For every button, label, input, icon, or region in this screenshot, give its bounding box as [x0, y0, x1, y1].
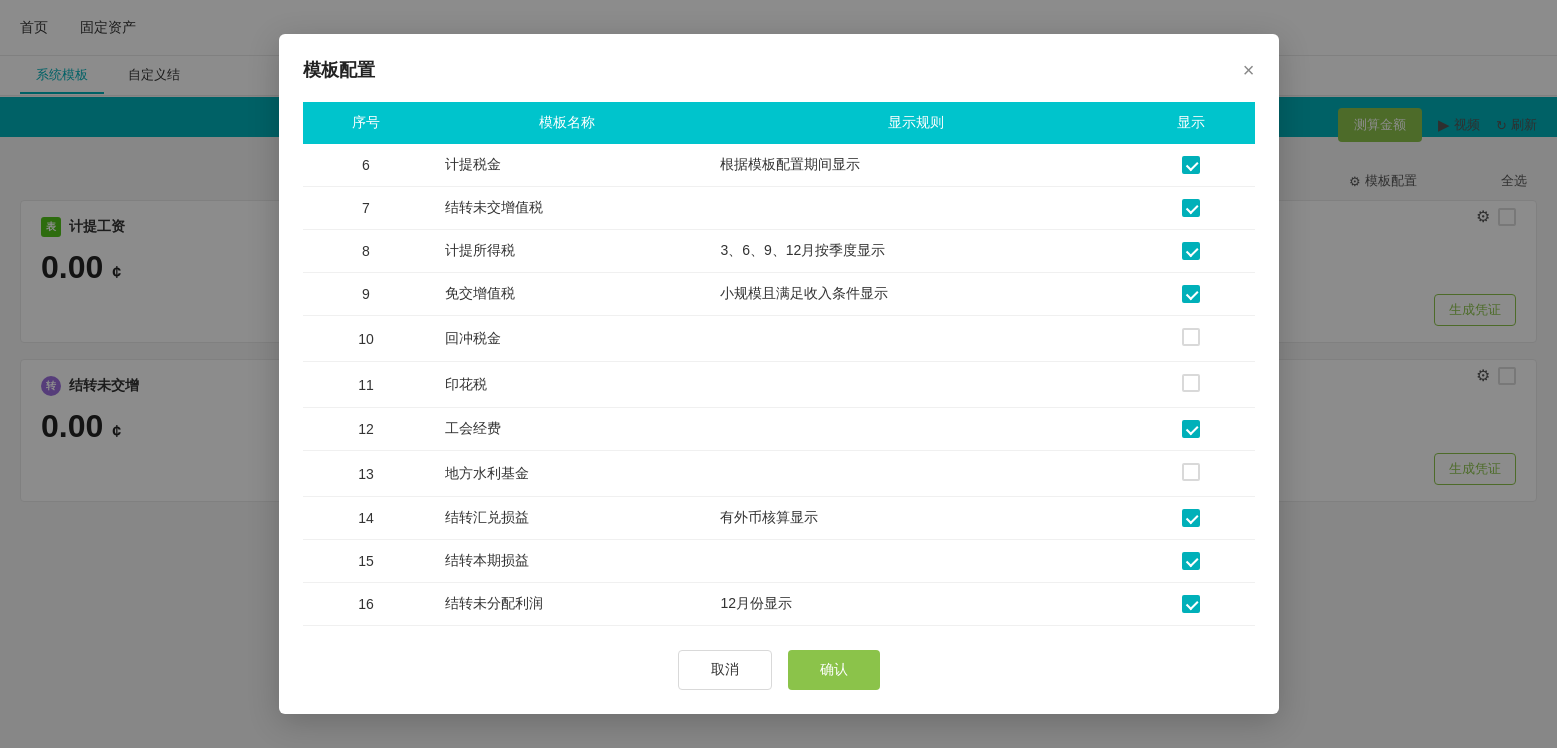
checkbox-11[interactable]	[1182, 374, 1200, 392]
checkbox-14[interactable]	[1182, 509, 1200, 527]
table-row: 9免交增值税小规模且满足收入条件显示	[303, 273, 1255, 316]
cell-rule	[704, 316, 1127, 362]
cell-checkbox	[1128, 408, 1255, 451]
cell-rule	[704, 187, 1127, 230]
table-body: 6计提税金根据模板配置期间显示7结转未交增值税8计提所得税3、6、9、12月按季…	[303, 144, 1255, 626]
table-row: 7结转未交增值税	[303, 187, 1255, 230]
cell-name: 结转汇兑损益	[429, 497, 704, 540]
cancel-button[interactable]: 取消	[678, 650, 772, 690]
cell-seq: 8	[303, 230, 430, 273]
cell-name: 免交增值税	[429, 273, 704, 316]
table-wrapper: 序号 模板名称 显示规则 显示 6计提税金根据模板配置期间显示7结转未交增值税8…	[303, 102, 1255, 626]
checkbox-15[interactable]	[1182, 552, 1200, 570]
cell-rule: 根据模板配置期间显示	[704, 144, 1127, 187]
table-row: 13地方水利基金	[303, 451, 1255, 497]
table-row: 10回冲税金	[303, 316, 1255, 362]
confirm-button[interactable]: 确认	[788, 650, 880, 690]
cell-checkbox	[1128, 540, 1255, 583]
cell-checkbox	[1128, 497, 1255, 540]
config-table: 序号 模板名称 显示规则 显示 6计提税金根据模板配置期间显示7结转未交增值税8…	[303, 102, 1255, 626]
cell-checkbox	[1128, 273, 1255, 316]
modal-title: 模板配置	[303, 58, 375, 82]
cell-name: 结转未交增值税	[429, 187, 704, 230]
cell-rule	[704, 540, 1127, 583]
cell-name: 地方水利基金	[429, 451, 704, 497]
table-row: 12工会经费	[303, 408, 1255, 451]
cell-checkbox	[1128, 451, 1255, 497]
table-header: 序号 模板名称 显示规则 显示	[303, 102, 1255, 144]
table-row: 16结转未分配利润12月份显示	[303, 583, 1255, 626]
checkbox-12[interactable]	[1182, 420, 1200, 438]
cell-rule: 3、6、9、12月按季度显示	[704, 230, 1127, 273]
cell-name: 结转未分配利润	[429, 583, 704, 626]
col-rule: 显示规则	[704, 102, 1127, 144]
cell-seq: 12	[303, 408, 430, 451]
cell-rule	[704, 362, 1127, 408]
table-row: 8计提所得税3、6、9、12月按季度显示	[303, 230, 1255, 273]
cell-seq: 15	[303, 540, 430, 583]
modal-header: 模板配置 ×	[303, 58, 1255, 82]
cell-seq: 6	[303, 144, 430, 187]
cell-name: 印花税	[429, 362, 704, 408]
cell-seq: 7	[303, 187, 430, 230]
cell-checkbox	[1128, 187, 1255, 230]
cell-seq: 10	[303, 316, 430, 362]
modal-footer: 取消 确认	[303, 650, 1255, 690]
cell-checkbox	[1128, 362, 1255, 408]
col-seq: 序号	[303, 102, 430, 144]
table-row: 11印花税	[303, 362, 1255, 408]
checkbox-9[interactable]	[1182, 285, 1200, 303]
cell-seq: 16	[303, 583, 430, 626]
template-config-modal: 模板配置 × 序号 模板名称 显示规则 显示 6计提税金根据模板配置期间显示7结…	[279, 34, 1279, 714]
cell-checkbox	[1128, 144, 1255, 187]
table-row: 6计提税金根据模板配置期间显示	[303, 144, 1255, 187]
checkbox-13[interactable]	[1182, 463, 1200, 481]
table-row: 15结转本期损益	[303, 540, 1255, 583]
cell-name: 回冲税金	[429, 316, 704, 362]
cell-name: 结转本期损益	[429, 540, 704, 583]
cell-seq: 9	[303, 273, 430, 316]
cell-rule	[704, 408, 1127, 451]
table-row: 14结转汇兑损益有外币核算显示	[303, 497, 1255, 540]
cell-name: 工会经费	[429, 408, 704, 451]
checkbox-16[interactable]	[1182, 595, 1200, 613]
cell-checkbox	[1128, 230, 1255, 273]
checkbox-10[interactable]	[1182, 328, 1200, 346]
col-name: 模板名称	[429, 102, 704, 144]
cell-checkbox	[1128, 583, 1255, 626]
cell-rule: 12月份显示	[704, 583, 1127, 626]
cell-seq: 14	[303, 497, 430, 540]
cell-name: 计提税金	[429, 144, 704, 187]
table-header-row: 序号 模板名称 显示规则 显示	[303, 102, 1255, 144]
cell-seq: 13	[303, 451, 430, 497]
cell-name: 计提所得税	[429, 230, 704, 273]
cell-rule	[704, 451, 1127, 497]
col-show: 显示	[1128, 102, 1255, 144]
checkbox-6[interactable]	[1182, 156, 1200, 174]
cell-checkbox	[1128, 316, 1255, 362]
cell-seq: 11	[303, 362, 430, 408]
checkbox-7[interactable]	[1182, 199, 1200, 217]
cell-rule: 有外币核算显示	[704, 497, 1127, 540]
cell-rule: 小规模且满足收入条件显示	[704, 273, 1127, 316]
modal-close-button[interactable]: ×	[1243, 60, 1255, 80]
checkbox-8[interactable]	[1182, 242, 1200, 260]
